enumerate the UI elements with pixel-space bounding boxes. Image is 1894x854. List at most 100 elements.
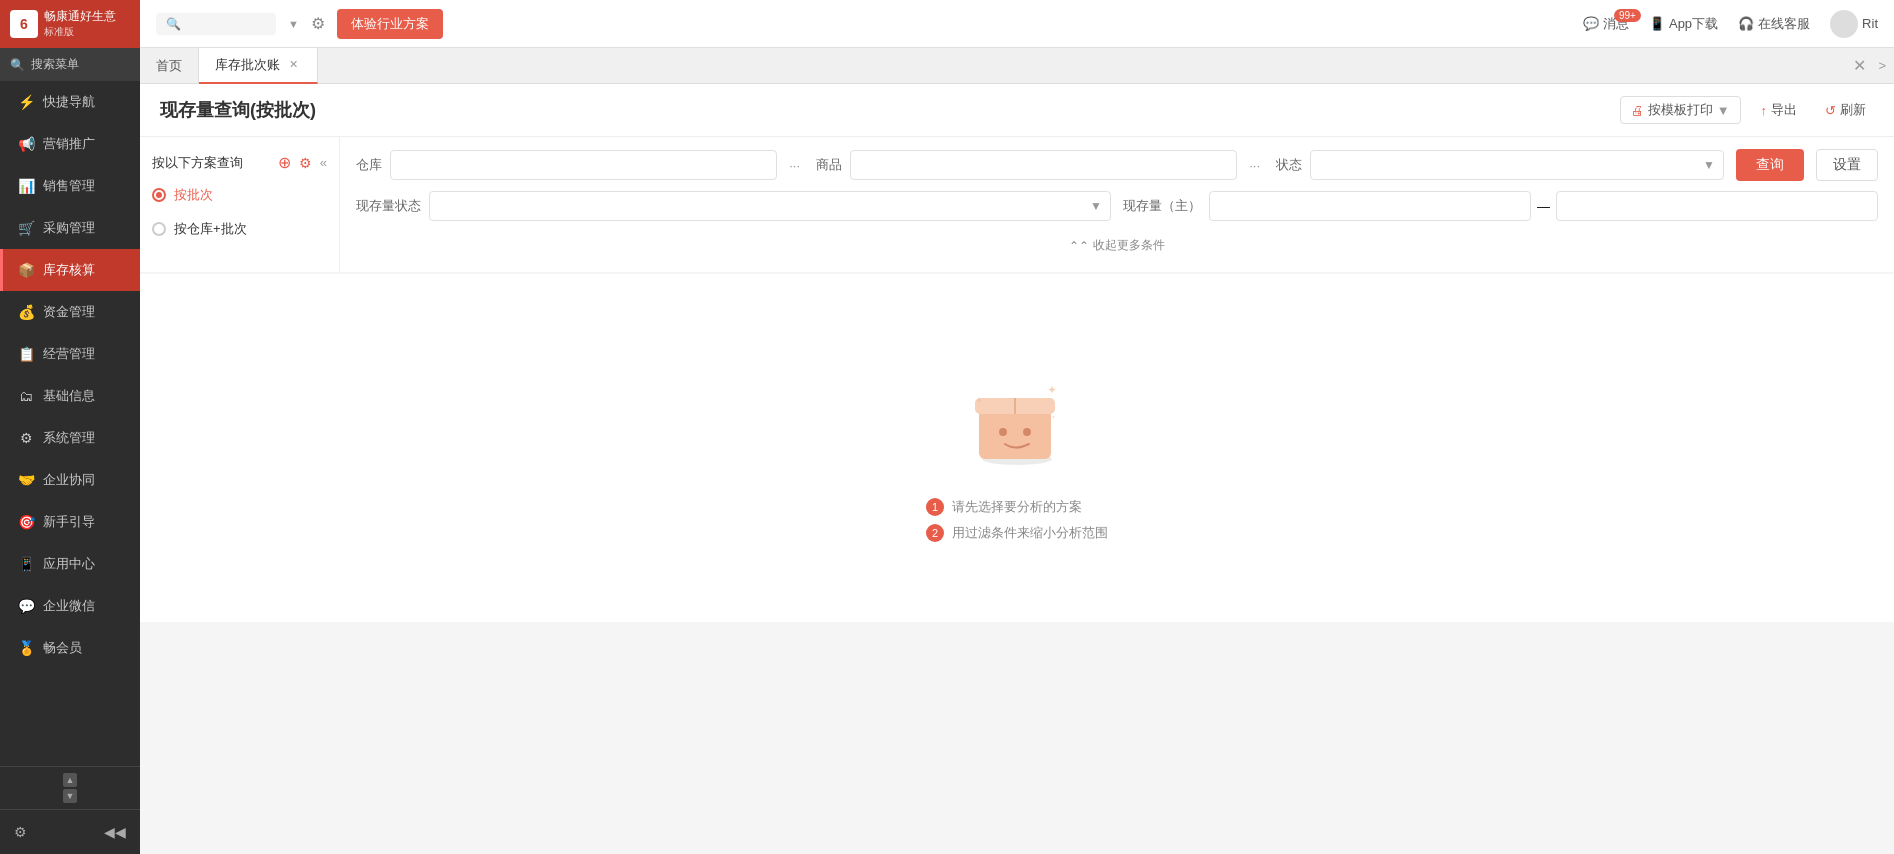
nav-icon-purchase: 🛒	[17, 220, 35, 236]
topbar-chevron-icon[interactable]: ▼	[288, 18, 299, 30]
username-label: Rit	[1862, 16, 1878, 31]
panel-close-btn[interactable]: ✕	[1841, 56, 1878, 75]
main-filter: 仓库 ··· 商品 ··· 状态 ▼	[340, 137, 1894, 272]
sidebar-item-member[interactable]: 🏅 畅会员	[0, 627, 140, 669]
product-more-icon[interactable]: ···	[1245, 154, 1264, 177]
sidebar-item-shortcut[interactable]: ⚡ 快捷导航	[0, 81, 140, 123]
tip-num-1: 1	[926, 498, 944, 516]
query-btn[interactable]: 查询	[1736, 149, 1804, 181]
user-menu[interactable]: Rit	[1830, 10, 1878, 38]
app-logo: 6	[10, 10, 38, 38]
filter-row-2: 现存量状态 ▼ 现存量（主） —	[356, 191, 1878, 221]
sidebar-item-purchase[interactable]: 🛒 采购管理	[0, 207, 140, 249]
print-icon: 🖨	[1631, 103, 1644, 118]
tip-text-2: 用过滤条件来缩小分析范围	[952, 524, 1108, 542]
sidebar-item-wechat[interactable]: 💬 企业微信	[0, 585, 140, 627]
refresh-icon: ↺	[1825, 103, 1836, 118]
product-input[interactable]	[850, 150, 1237, 180]
main-area: 🔍 ▼ ⚙ 体验行业方案 💬 消息 99+ 📱 App下载 🎧 在线客服 Rit	[140, 0, 1894, 854]
sidebar-item-guide[interactable]: 🎯 新手引导	[0, 501, 140, 543]
sidebar-item-sales[interactable]: 📊 销售管理	[0, 165, 140, 207]
stock-qty-min-input[interactable]	[1209, 191, 1531, 221]
sidebar-item-operation[interactable]: 📋 经营管理	[0, 333, 140, 375]
online-service-btn[interactable]: 🎧 在线客服	[1738, 15, 1810, 33]
nav-label-wechat: 企业微信	[43, 597, 95, 615]
filter-sidebar-header: 按以下方案查询 ⊕ ⚙ «	[140, 147, 339, 178]
message-icon: 💬	[1583, 16, 1599, 31]
filter-option-batch[interactable]: 按批次	[140, 178, 339, 212]
stock-qty-range: —	[1209, 191, 1878, 221]
stock-qty-max-input[interactable]	[1556, 191, 1878, 221]
filter-collapse-icon[interactable]: «	[320, 155, 327, 170]
tab-batch-label: 库存批次账	[215, 56, 280, 74]
status-select-arrow: ▼	[1703, 158, 1715, 172]
sidebar-nav: ⚡ 快捷导航 📢 营销推广 📊 销售管理 🛒 采购管理 📦 库存核算 💰 资金管…	[0, 81, 140, 766]
sidebar-search[interactable]: 🔍 搜索菜单	[0, 48, 140, 81]
nav-icon-system: ⚙	[17, 430, 35, 446]
nav-icon-collab: 🤝	[17, 472, 35, 488]
empty-tips: 1 请先选择要分析的方案 2 用过滤条件来缩小分析范围	[926, 498, 1108, 542]
collapse-more-btn[interactable]: ⌃⌃ 收起更多条件	[356, 231, 1878, 260]
tab-home[interactable]: 首页	[140, 48, 199, 84]
phone-icon: 📱	[1649, 16, 1665, 31]
warehouse-more-icon[interactable]: ···	[785, 154, 804, 177]
sidebar-item-inventory[interactable]: 📦 库存核算	[0, 249, 140, 291]
message-btn[interactable]: 💬 消息 99+	[1583, 15, 1629, 33]
nav-icon-apps: 📱	[17, 556, 35, 572]
settings-btn[interactable]: 设置	[1816, 149, 1878, 181]
warehouse-input[interactable]	[390, 150, 777, 180]
stock-status-select[interactable]: ▼	[429, 191, 1111, 221]
topbar-right: 💬 消息 99+ 📱 App下载 🎧 在线客服 Rit	[1583, 10, 1878, 38]
sidebar-item-system[interactable]: ⚙ 系统管理	[0, 417, 140, 459]
svg-text:✦: ✦	[1047, 383, 1057, 397]
settings-footer-icon[interactable]: ⚙	[10, 820, 31, 844]
nav-label-finance: 资金管理	[43, 303, 95, 321]
sidebar-item-collab[interactable]: 🤝 企业协同	[0, 459, 140, 501]
service-icon: 🎧	[1738, 16, 1754, 31]
scroll-up-btn[interactable]: ▲	[63, 773, 77, 787]
nav-icon-operation: 📋	[17, 346, 35, 362]
print-dropdown-icon[interactable]: ▼	[1717, 103, 1730, 118]
collapse-sidebar-btn[interactable]: ◀◀	[100, 820, 130, 844]
online-service-label: 在线客服	[1758, 15, 1810, 33]
svg-rect-1	[979, 409, 1051, 459]
stock-status-filter-group: 现存量状态 ▼	[356, 191, 1111, 221]
tabbar: 首页 库存批次账 ✕ ✕ >	[140, 48, 1894, 84]
sidebar-item-apps[interactable]: 📱 应用中心	[0, 543, 140, 585]
panel-expand-btn[interactable]: >	[1878, 58, 1886, 73]
sidebar-item-finance[interactable]: 💰 资金管理	[0, 291, 140, 333]
nav-icon-base: 🗂	[17, 388, 35, 404]
nav-icon-sales: 📊	[17, 178, 35, 194]
status-select[interactable]: ▼	[1310, 150, 1724, 180]
filter-settings-icon[interactable]: ⚙	[299, 155, 312, 171]
print-btn[interactable]: 🖨 按模板打印 ▼	[1620, 96, 1741, 124]
warehouse-filter-group: 仓库 ···	[356, 150, 804, 180]
sidebar-item-base[interactable]: 🗂 基础信息	[0, 375, 140, 417]
topbar: 🔍 ▼ ⚙ 体验行业方案 💬 消息 99+ 📱 App下载 🎧 在线客服 Rit	[140, 0, 1894, 48]
app-download-label: App下载	[1669, 15, 1718, 33]
nav-label-member: 畅会员	[43, 639, 82, 657]
empty-state: ✦ ✦ • 1 请先选择要分析的方案 2 用过滤条件来缩小分析范围	[140, 274, 1894, 622]
export-icon: ↑	[1761, 103, 1768, 118]
export-btn[interactable]: ↑ 导出	[1753, 97, 1806, 123]
tip-num-2: 2	[926, 524, 944, 542]
page-title: 现存量查询(按批次)	[160, 98, 316, 122]
warehouse-label: 仓库	[356, 156, 382, 174]
experience-btn[interactable]: 体验行业方案	[337, 9, 443, 39]
sidebar: 6 畅康通好生意 标准版 🔍 搜索菜单 ⚡ 快捷导航 📢 营销推广 📊 销售管理…	[0, 0, 140, 854]
scroll-down-btn[interactable]: ▼	[63, 789, 77, 803]
filter-option-warehouse-batch[interactable]: 按仓库+批次	[140, 212, 339, 246]
sidebar-item-marketing[interactable]: 📢 营销推广	[0, 123, 140, 165]
add-filter-icon[interactable]: ⊕	[278, 153, 291, 172]
tab-batch[interactable]: 库存批次账 ✕	[199, 48, 318, 84]
tab-home-label: 首页	[156, 57, 182, 75]
refresh-btn[interactable]: ↺ 刷新	[1817, 97, 1874, 123]
nav-icon-finance: 💰	[17, 304, 35, 320]
tab-close-btn[interactable]: ✕	[286, 57, 301, 72]
topbar-search-box[interactable]: 🔍	[156, 13, 276, 35]
sidebar-header: 6 畅康通好生意 标准版	[0, 0, 140, 48]
refresh-label: 刷新	[1840, 101, 1866, 119]
radio-batch	[152, 188, 166, 202]
topbar-settings-icon[interactable]: ⚙	[311, 14, 325, 33]
app-download-btn[interactable]: 📱 App下载	[1649, 15, 1718, 33]
